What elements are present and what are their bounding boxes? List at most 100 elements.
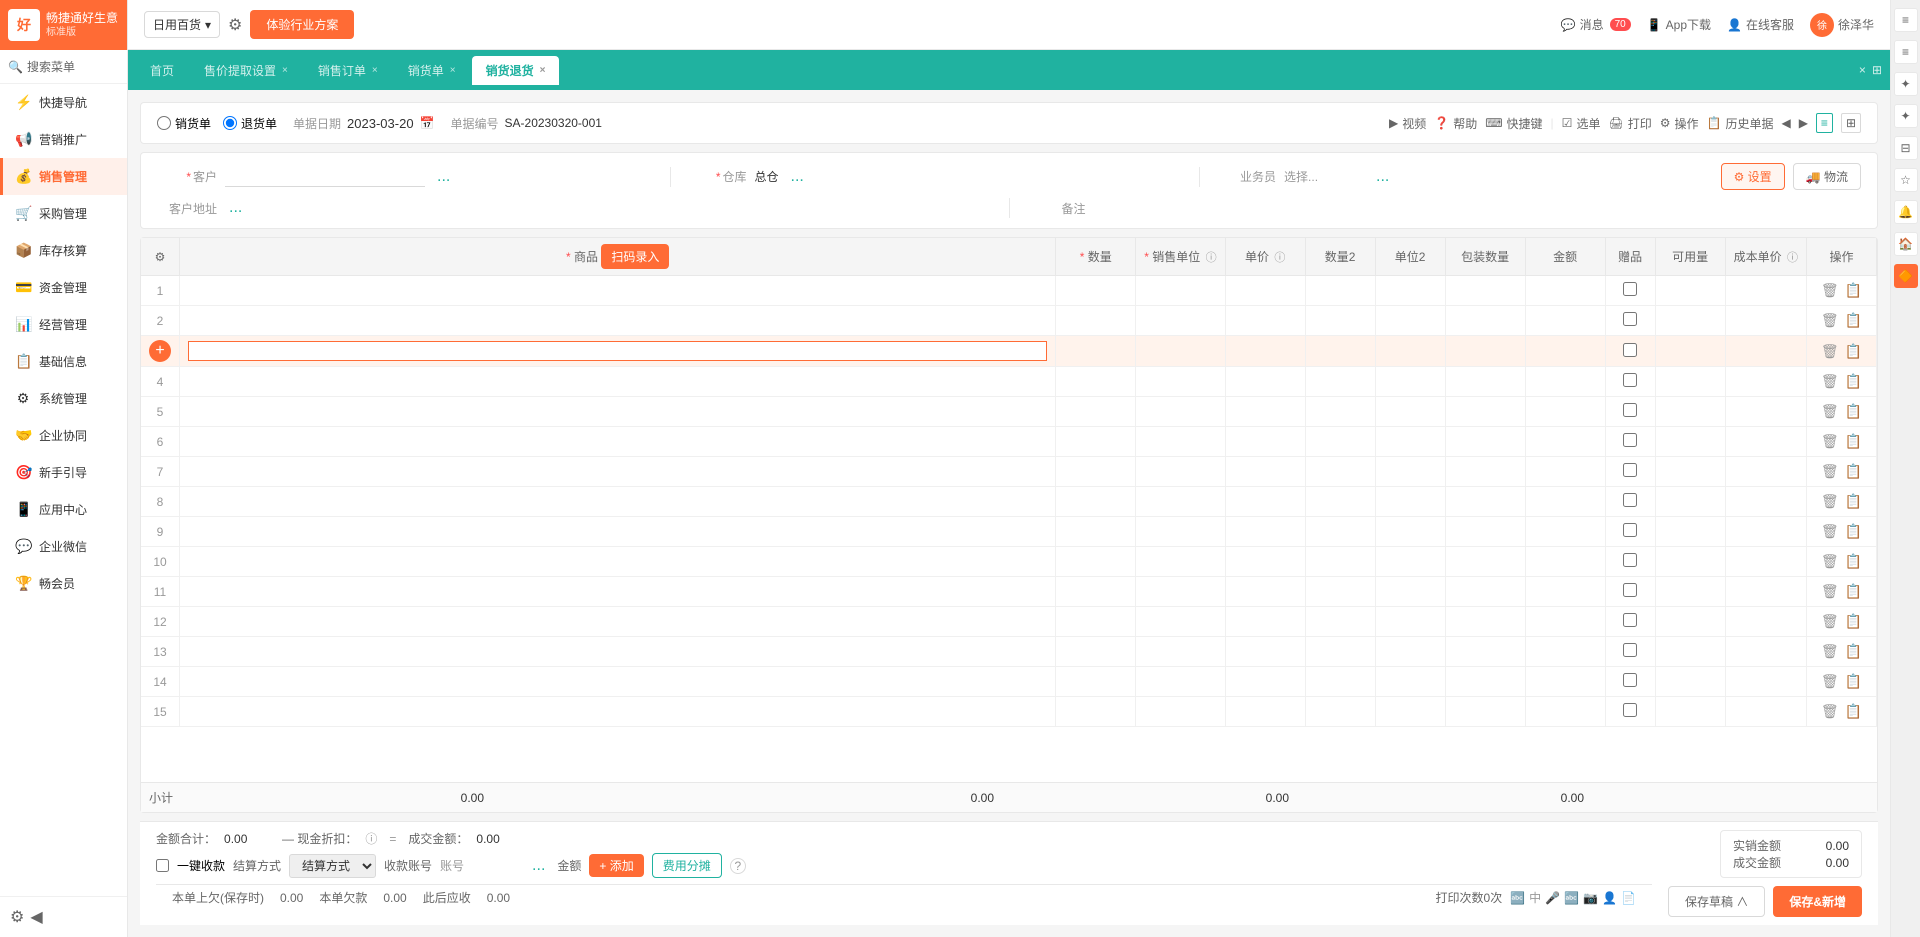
avail-cell-12[interactable] [1655, 607, 1725, 637]
copy-row-icon-4[interactable]: 📋 [1845, 373, 1862, 390]
delete-row-icon-2[interactable]: 🗑 [1821, 312, 1839, 329]
copy-row-icon-11[interactable]: 📋 [1845, 583, 1862, 600]
user-profile[interactable]: 徐 徐泽华 [1810, 13, 1874, 37]
copy-row-icon-5[interactable]: 📋 [1845, 403, 1862, 420]
shortcut-btn[interactable]: ⌨ 快捷键 [1485, 115, 1542, 132]
cost_price-cell-3[interactable] [1725, 336, 1806, 367]
unit2-cell-2[interactable] [1375, 306, 1445, 336]
copy-row-icon-10[interactable]: 📋 [1845, 553, 1862, 570]
copy-row-icon-1[interactable]: 📋 [1845, 282, 1862, 299]
right-panel-icon-2[interactable]: ≡ [1894, 40, 1918, 64]
delete-row-icon-8[interactable]: 🗑 [1821, 493, 1839, 510]
amount-cell-5[interactable] [1525, 397, 1605, 427]
pack_qty-cell-3[interactable] [1445, 336, 1525, 367]
history-btn[interactable]: 📋 历史单据 [1706, 115, 1773, 132]
account-ellipsis[interactable]: ... [528, 857, 549, 875]
delete-row-icon-4[interactable]: 🗑 [1821, 373, 1839, 390]
price-cell-3[interactable] [1225, 336, 1305, 367]
print-btn[interactable]: 🖨 打印 [1608, 115, 1651, 132]
product-cell-3[interactable] [180, 336, 1056, 367]
staff-ellipsis[interactable]: ... [1372, 168, 1393, 186]
sale_unit-cell-14[interactable] [1136, 667, 1225, 697]
unit2-cell-10[interactable] [1375, 547, 1445, 577]
category-selector[interactable]: 日用百货 ▾ [144, 11, 220, 38]
cost_price-cell-2[interactable] [1725, 306, 1806, 336]
tab-expand-icon[interactable]: ⊞ [1872, 63, 1882, 77]
sale_unit-cell-12[interactable] [1136, 607, 1225, 637]
price-cell-15[interactable] [1225, 697, 1305, 727]
delete-row-icon-15[interactable]: 🗑 [1821, 703, 1839, 720]
avail-cell-9[interactable] [1655, 517, 1725, 547]
sidebar-item-finance[interactable]: 💳 资金管理 [0, 269, 127, 306]
amount-cell-15[interactable] [1525, 697, 1605, 727]
qty-cell-2[interactable] [1056, 306, 1136, 336]
logistics-btn[interactable]: 🚚 物流 [1793, 163, 1861, 190]
unit2-cell-1[interactable] [1375, 276, 1445, 306]
amount-cell-13[interactable] [1525, 637, 1605, 667]
product-cell-7[interactable] [180, 457, 1056, 487]
qty2-cell-6[interactable] [1305, 427, 1375, 457]
video-btn[interactable]: ▶ 视频 [1389, 115, 1426, 132]
gift-checkbox-1[interactable] [1623, 282, 1637, 296]
pack_qty-cell-8[interactable] [1445, 487, 1525, 517]
unit2-cell-6[interactable] [1375, 427, 1445, 457]
avail-cell-11[interactable] [1655, 577, 1725, 607]
qty2-cell-15[interactable] [1305, 697, 1375, 727]
avail-cell-10[interactable] [1655, 547, 1725, 577]
unit2-cell-11[interactable] [1375, 577, 1445, 607]
price-cell-8[interactable] [1225, 487, 1305, 517]
app-download-btn[interactable]: 📱 App下载 [1647, 16, 1711, 33]
product-cell-13[interactable] [180, 637, 1056, 667]
amount-cell-2[interactable] [1525, 306, 1605, 336]
product-cell-9[interactable] [180, 517, 1056, 547]
product-cell-8[interactable] [180, 487, 1056, 517]
gift-checkbox-3[interactable] [1623, 343, 1637, 357]
qty2-cell-5[interactable] [1305, 397, 1375, 427]
avail-cell-1[interactable] [1655, 276, 1725, 306]
topbar-gear-icon[interactable]: ⚙ [228, 15, 242, 35]
tab-sale-out[interactable]: 销货单 × [394, 56, 470, 85]
cost_price-cell-13[interactable] [1725, 637, 1806, 667]
price-cell-5[interactable] [1225, 397, 1305, 427]
gift-checkbox-9[interactable] [1623, 523, 1637, 537]
product-cell-12[interactable] [180, 607, 1056, 637]
product-cell-15[interactable] [180, 697, 1056, 727]
amount-cell-7[interactable] [1525, 457, 1605, 487]
sidebar-item-appstore[interactable]: 📱 应用中心 [0, 491, 127, 528]
cost_price-cell-8[interactable] [1725, 487, 1806, 517]
right-panel-icon-9[interactable]: 🔶 [1894, 264, 1918, 288]
sale_unit-cell-9[interactable] [1136, 517, 1225, 547]
radio-sale[interactable]: 销货单 [157, 115, 211, 132]
gift-checkbox-7[interactable] [1623, 463, 1637, 477]
pack_qty-cell-13[interactable] [1445, 637, 1525, 667]
avail-cell-4[interactable] [1655, 367, 1725, 397]
sidebar-item-system[interactable]: ⚙ 系统管理 [0, 380, 127, 417]
radio-return[interactable]: 退货单 [223, 115, 277, 132]
gift-checkbox-8[interactable] [1623, 493, 1637, 507]
tab-close-sale-order[interactable]: × [372, 65, 378, 76]
fee-split-btn[interactable]: 费用分摊 [652, 853, 722, 878]
sale_unit-cell-4[interactable] [1136, 367, 1225, 397]
amount-cell-1[interactable] [1525, 276, 1605, 306]
pack_qty-cell-2[interactable] [1445, 306, 1525, 336]
cost_price-cell-4[interactable] [1725, 367, 1806, 397]
gift-checkbox-13[interactable] [1623, 643, 1637, 657]
pack_qty-cell-5[interactable] [1445, 397, 1525, 427]
price-cell-12[interactable] [1225, 607, 1305, 637]
sidebar-item-inventory[interactable]: 📦 库存核算 [0, 232, 127, 269]
right-panel-icon-7[interactable]: 🔔 [1894, 200, 1918, 224]
delete-row-icon-11[interactable]: 🗑 [1821, 583, 1839, 600]
delete-row-icon-13[interactable]: 🗑 [1821, 643, 1839, 660]
qty-cell-1[interactable] [1056, 276, 1136, 306]
sale_unit-cell-3[interactable] [1136, 336, 1225, 367]
online-support-btn[interactable]: 👤 在线客服 [1727, 16, 1794, 33]
copy-row-icon-3[interactable]: 📋 [1845, 343, 1862, 360]
sidebar-item-purchase[interactable]: 🛒 采购管理 [0, 195, 127, 232]
sale_unit-cell-10[interactable] [1136, 547, 1225, 577]
avail-cell-5[interactable] [1655, 397, 1725, 427]
pack_qty-cell-10[interactable] [1445, 547, 1525, 577]
gift-checkbox-11[interactable] [1623, 583, 1637, 597]
cost_price-cell-1[interactable] [1725, 276, 1806, 306]
price-cell-2[interactable] [1225, 306, 1305, 336]
sidebar-item-basic[interactable]: 📋 基础信息 [0, 343, 127, 380]
